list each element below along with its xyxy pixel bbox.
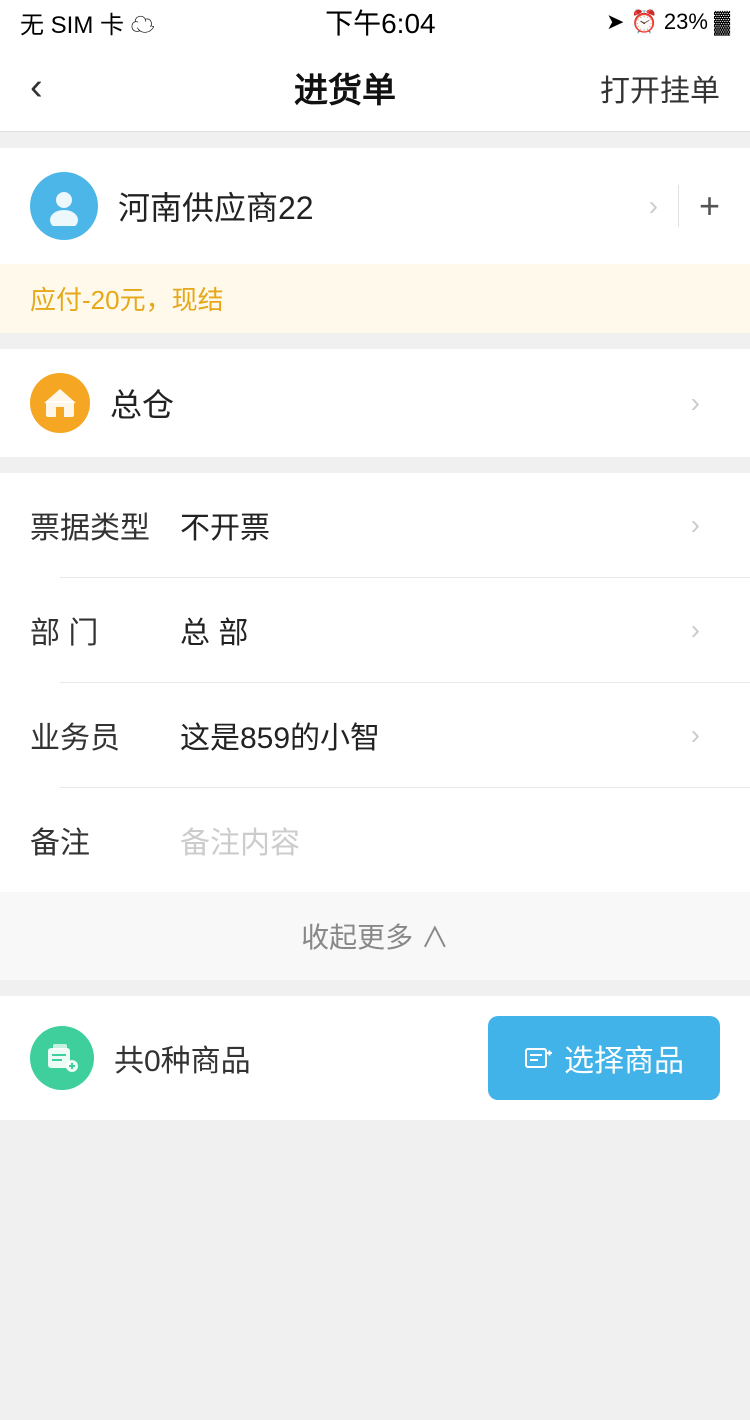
supplier-name: 河南供应商22 xyxy=(118,183,649,229)
bottom-bar: 共0种商品 选择商品 xyxy=(0,996,750,1120)
location-icon: ➤ xyxy=(606,9,624,35)
supplier-section: 河南供应商22 › + xyxy=(0,148,750,264)
nav-bar: ‹ 进货单 打开挂单 xyxy=(0,44,750,132)
add-supplier-button[interactable]: + xyxy=(678,185,720,227)
salesperson-row[interactable]: 业务员 这是859的小智 › xyxy=(30,683,720,787)
department-value: 总 部 xyxy=(180,608,691,652)
supplier-avatar xyxy=(30,172,98,240)
warehouse-name: 总仓 xyxy=(110,380,691,426)
department-chevron-icon: › xyxy=(691,614,700,646)
invoice-type-label: 票据类型 xyxy=(30,503,180,547)
warehouse-row[interactable]: 总仓 › xyxy=(30,349,720,457)
alarm-icon: ⏰ xyxy=(630,9,657,35)
status-bar: 无 SIM 卡 ☁ 下午6:04 ➤ ⏰ 23% ▓ xyxy=(0,0,750,44)
supplier-row[interactable]: 河南供应商22 › + xyxy=(30,148,720,264)
department-row[interactable]: 部 门 总 部 › xyxy=(30,578,720,682)
product-count: 共0种商品 xyxy=(114,1036,468,1080)
remarks-input[interactable]: 备注内容 xyxy=(180,818,720,862)
warehouse-divider xyxy=(0,457,750,473)
salesperson-value: 这是859的小智 xyxy=(180,713,691,757)
product-icon xyxy=(30,1026,94,1090)
sim-signal: 无 SIM 卡 ☁ xyxy=(20,5,155,40)
supplier-chevron-icon: › xyxy=(649,190,658,222)
back-button[interactable]: ‹ xyxy=(30,66,90,109)
notice-bar: 应付-20元，现结 xyxy=(0,264,750,333)
status-left: 无 SIM 卡 ☁ xyxy=(20,5,155,40)
select-product-label: 选择商品 xyxy=(564,1036,684,1080)
salesperson-chevron-icon: › xyxy=(691,719,700,751)
invoice-type-value: 不开票 xyxy=(180,503,691,547)
warehouse-chevron-icon: › xyxy=(691,387,700,419)
warehouse-section: 总仓 › xyxy=(0,349,750,457)
top-divider xyxy=(0,132,750,148)
page-title: 进货单 xyxy=(294,63,396,112)
empty-area xyxy=(0,1120,750,1420)
department-label: 部 门 xyxy=(30,608,180,652)
collapse-label: 收起更多 ∧ xyxy=(301,916,449,956)
notice-divider xyxy=(0,333,750,349)
warehouse-icon xyxy=(30,373,90,433)
battery-icon: ▓ xyxy=(714,9,730,35)
select-product-button[interactable]: 选择商品 xyxy=(488,1016,720,1100)
battery-text: 23% xyxy=(664,9,708,35)
status-right: ➤ ⏰ 23% ▓ xyxy=(606,9,730,35)
open-pending-button[interactable]: 打开挂单 xyxy=(600,66,720,110)
form-section: 票据类型 不开票 › 部 门 总 部 › 业务员 这是859的小智 › 备注 备… xyxy=(0,473,750,892)
collapse-row[interactable]: 收起更多 ∧ xyxy=(0,892,750,980)
invoice-type-chevron-icon: › xyxy=(691,509,700,541)
remarks-row[interactable]: 备注 备注内容 xyxy=(30,788,720,892)
remarks-label: 备注 xyxy=(30,818,180,862)
status-time: 下午6:04 xyxy=(325,2,436,42)
salesperson-label: 业务员 xyxy=(30,713,180,757)
invoice-type-row[interactable]: 票据类型 不开票 › xyxy=(30,473,720,577)
